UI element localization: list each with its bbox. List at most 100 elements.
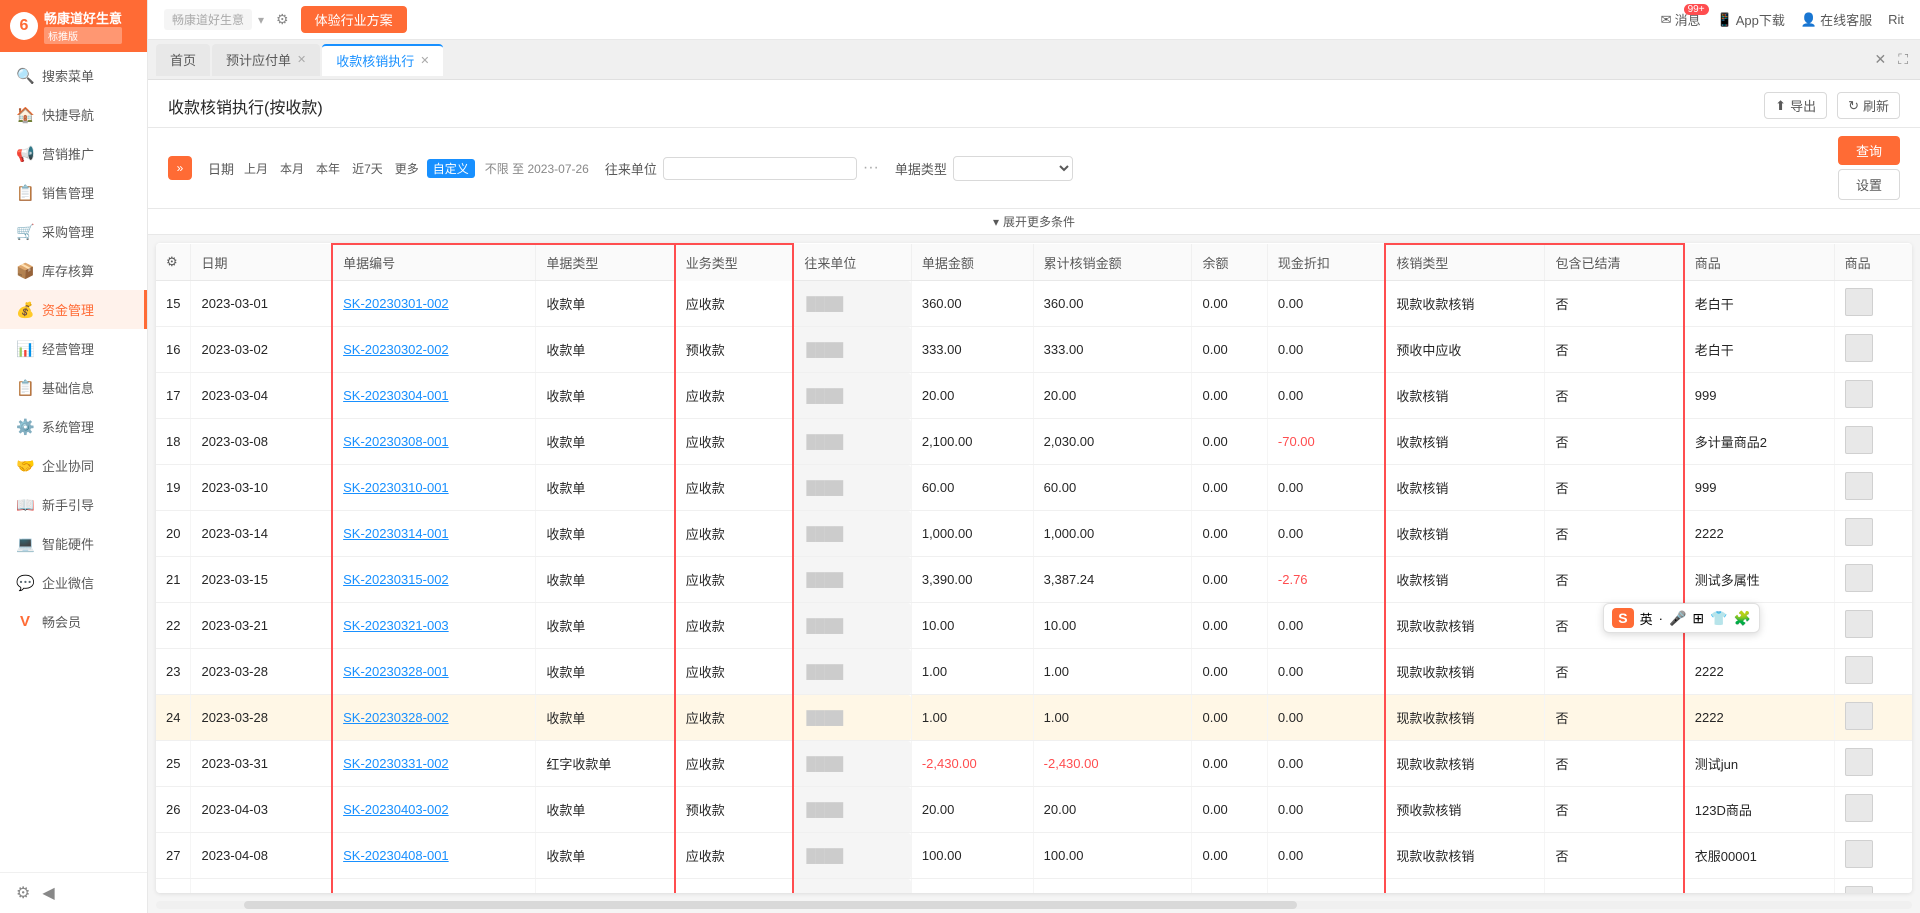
filter-bar: » 日期 上月 本月 本年 近7天 更多 自定义 不限 至 2023-07-26: [148, 128, 1920, 209]
refresh-button[interactable]: ↻ 刷新: [1837, 92, 1900, 119]
sidebar: 6 畅康道好生意 标推版 🔍 搜索菜单 🏠 快捷导航 📢 营销推广 📋 销售管理…: [0, 0, 148, 913]
scrollbar-thumb[interactable]: [244, 901, 1298, 909]
row-bill-no[interactable]: SK-20230315-002: [332, 557, 536, 603]
topbar-brand: 畅康道好生意 ▾: [164, 9, 264, 30]
row-date: 2023-04-18: [191, 879, 332, 894]
sidebar-item-operations[interactable]: 📊 经营管理: [0, 329, 147, 368]
sidebar-item-shortcut-label: 快捷导航: [42, 105, 94, 124]
ime-shirt-icon[interactable]: 👕: [1710, 610, 1727, 627]
row-cancel-type: 预收中应收: [1385, 327, 1545, 373]
sidebar-item-sales[interactable]: 📋 销售管理: [0, 173, 147, 212]
sidebar-item-wechat-label: 企业微信: [42, 573, 94, 592]
row-included: 否: [1545, 557, 1684, 603]
date-option-7days[interactable]: 近7天: [348, 158, 387, 179]
row-no: 21: [156, 557, 191, 603]
row-bill-no[interactable]: SK-20230331-002: [332, 741, 536, 787]
row-bill-no[interactable]: SK-20230310-001: [332, 465, 536, 511]
user-avatar[interactable]: Rit: [1888, 12, 1904, 27]
topbar-chevron-icon: ▾: [258, 13, 264, 27]
sidebar-item-wechat[interactable]: 💬 企业微信: [0, 563, 147, 602]
bill-type-select[interactable]: [953, 156, 1073, 181]
sidebar-item-hardware[interactable]: 💻 智能硬件: [0, 524, 147, 563]
row-amount: 3,390.00: [911, 557, 1033, 603]
row-bill-no[interactable]: SK-20230304-001: [332, 373, 536, 419]
row-partner: ████: [793, 557, 911, 603]
row-date: 2023-03-08: [191, 419, 332, 465]
row-partner: ████: [793, 603, 911, 649]
row-bill-no[interactable]: SK-20230403-002: [332, 787, 536, 833]
table-row: 192023-03-10SK-20230310-001收款单应收款████60.…: [156, 465, 1912, 511]
tab-collection-close-icon[interactable]: ✕: [420, 54, 429, 67]
bill-type-filter-group: 单据类型: [895, 156, 1073, 181]
date-option-this-year[interactable]: 本年: [312, 158, 344, 179]
solution-button[interactable]: 体验行业方案: [301, 6, 407, 33]
row-cumulative: 100.00: [1033, 833, 1192, 879]
row-product-thumb: [1834, 833, 1912, 879]
tab-maximize-button[interactable]: ⛶: [1894, 49, 1912, 70]
tab-preorder-close-icon[interactable]: ✕: [297, 53, 306, 66]
sidebar-item-system[interactable]: ⚙️ 系统管理: [0, 407, 147, 446]
message-button[interactable]: ✉ 消息 99+: [1661, 10, 1701, 29]
partner-input[interactable]: [663, 157, 857, 180]
sidebar-collapse-icon[interactable]: ◀: [42, 883, 54, 903]
date-option-more[interactable]: 更多: [391, 158, 423, 179]
row-bill-no[interactable]: SK-20230302-002: [332, 327, 536, 373]
filter-toggle-button[interactable]: »: [168, 156, 192, 180]
export-button[interactable]: ⬆ 导出: [1764, 92, 1827, 119]
sidebar-item-base[interactable]: 📋 基础信息: [0, 368, 147, 407]
date-custom-button[interactable]: 自定义: [427, 159, 475, 178]
row-product1: 衣服00001: [1684, 833, 1834, 879]
sidebar-item-purchase[interactable]: 🛒 采购管理: [0, 212, 147, 251]
table-header: ⚙ 日期 单据编号 单据类型 业务类型 往来单位 单据金额 累计核销金额 余额 …: [156, 244, 1912, 281]
finance-icon: 💰: [16, 301, 34, 319]
row-cancel-type: 现款收款核销: [1385, 649, 1545, 695]
row-bill-no[interactable]: SK-20230308-001: [332, 419, 536, 465]
ime-puzzle-icon[interactable]: 🧩: [1734, 610, 1751, 627]
horizontal-scrollbar[interactable]: [156, 901, 1912, 909]
table-row: 162023-03-02SK-20230302-002收款单预收款████333…: [156, 327, 1912, 373]
sidebar-item-marketing[interactable]: 📢 营销推广: [0, 134, 147, 173]
row-product-thumb: [1834, 373, 1912, 419]
ime-s-logo: S: [1612, 608, 1633, 628]
ime-english-icon[interactable]: 英: [1640, 609, 1653, 628]
row-bill-no[interactable]: SK-20230314-001: [332, 511, 536, 557]
sidebar-item-inventory[interactable]: 📦 库存核算: [0, 251, 147, 290]
tab-close-all-button[interactable]: ✕: [1870, 49, 1890, 70]
tab-home[interactable]: 首页: [156, 44, 210, 76]
sidebar-logo-text-block: 畅康道好生意 标推版: [44, 8, 122, 44]
sidebar-item-search[interactable]: 🔍 搜索菜单: [0, 56, 147, 95]
col-bill-no: 单据编号: [332, 244, 536, 281]
row-bill-no[interactable]: SK-20230328-002: [332, 695, 536, 741]
sidebar-settings-icon[interactable]: ⚙: [16, 883, 30, 903]
ime-mic-icon[interactable]: 🎤: [1669, 610, 1686, 627]
query-button[interactable]: 查询: [1838, 136, 1900, 165]
expand-conditions-button[interactable]: ▾ 展开更多条件: [993, 213, 1075, 230]
row-discount: 0.00: [1267, 281, 1385, 327]
date-option-prev-month[interactable]: 上月: [240, 158, 272, 179]
row-amount: 2,100.00: [911, 419, 1033, 465]
topbar-gear-icon[interactable]: ⚙: [276, 11, 289, 28]
tab-collection[interactable]: 收款核销执行 ✕: [322, 44, 443, 76]
tab-preorder[interactable]: 预计应付单 ✕: [212, 44, 320, 76]
ime-grid-icon[interactable]: ⊞: [1692, 610, 1704, 627]
col-settings[interactable]: ⚙: [156, 244, 191, 281]
row-bill-no[interactable]: SK-20230321-003: [332, 603, 536, 649]
filter-setting-button[interactable]: 设置: [1838, 169, 1900, 200]
system-icon: ⚙️: [16, 418, 34, 436]
sidebar-item-member[interactable]: V 畅会员: [0, 602, 147, 641]
date-option-this-month[interactable]: 本月: [276, 158, 308, 179]
app-download-button[interactable]: 📱 App下载: [1717, 10, 1785, 29]
sidebar-item-shortcut[interactable]: 🏠 快捷导航: [0, 95, 147, 134]
row-biz-type: 应收款: [675, 557, 794, 603]
row-date: 2023-04-08: [191, 833, 332, 879]
row-bill-no[interactable]: SK-20230418-001: [332, 879, 536, 894]
sidebar-item-marketing-label: 营销推广: [42, 144, 94, 163]
row-bill-no[interactable]: SK-20230301-002: [332, 281, 536, 327]
service-button[interactable]: 👤 在线客服: [1801, 10, 1872, 29]
sidebar-item-collab[interactable]: 🤝 企业协同: [0, 446, 147, 485]
sidebar-item-guide[interactable]: 📖 新手引导: [0, 485, 147, 524]
row-bill-no[interactable]: SK-20230408-001: [332, 833, 536, 879]
sidebar-logo-name: 畅康道好生意: [44, 8, 122, 27]
sidebar-item-finance[interactable]: 💰 资金管理: [0, 290, 147, 329]
row-bill-no[interactable]: SK-20230328-001: [332, 649, 536, 695]
